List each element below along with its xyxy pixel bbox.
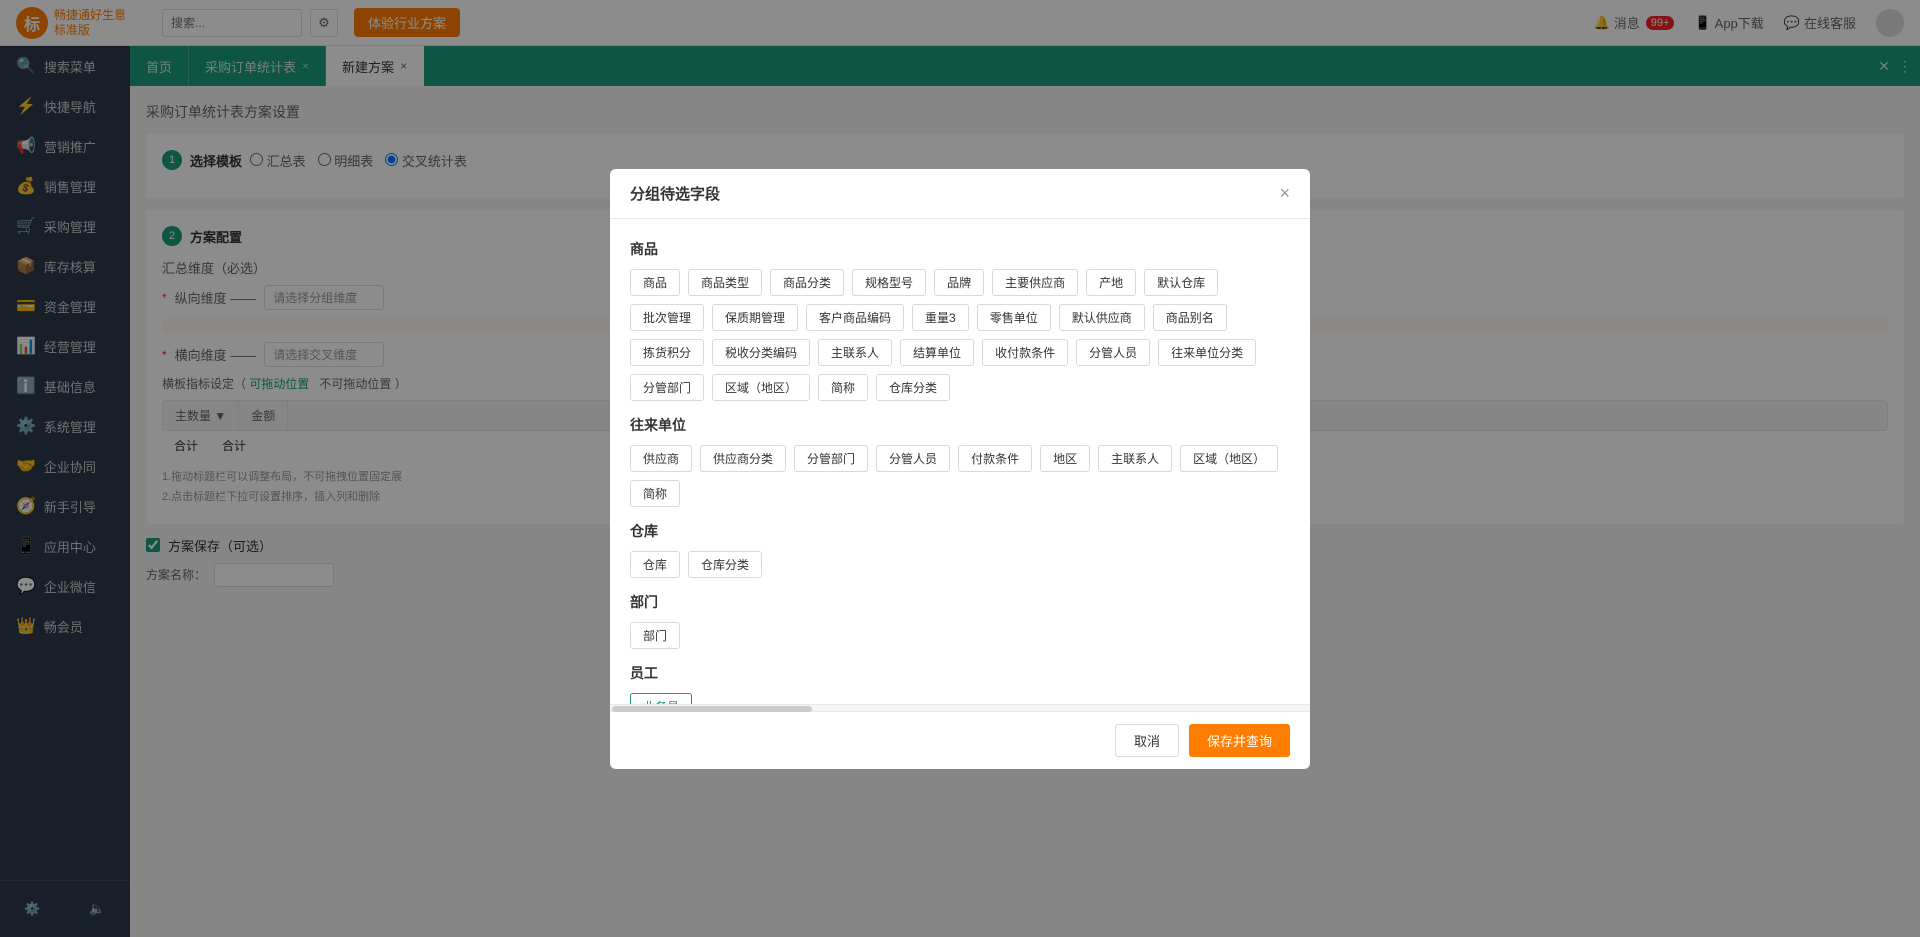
field-tag[interactable]: 默认仓库 bbox=[1144, 269, 1218, 296]
field-tags-dept: 部门 bbox=[630, 622, 1290, 649]
field-tag[interactable]: 仓库 bbox=[630, 551, 680, 578]
modal-title: 分组待选字段 bbox=[630, 183, 720, 204]
field-tag[interactable]: 仓库分类 bbox=[688, 551, 762, 578]
section-title-contacts: 往来单位 bbox=[630, 415, 1290, 435]
field-tag[interactable]: 零售单位 bbox=[977, 304, 1051, 331]
field-tag[interactable]: 业务员 bbox=[630, 693, 692, 705]
modal-h-scrollbar-thumb bbox=[612, 706, 812, 712]
section-title-warehouse: 仓库 bbox=[630, 521, 1290, 541]
modal: 分组待选字段 × 商品 商品 商品类型 商品分类 规格型号 品牌 主要供应商 产… bbox=[610, 169, 1310, 769]
field-tag[interactable]: 分管人员 bbox=[876, 445, 950, 472]
field-tag[interactable]: 产地 bbox=[1086, 269, 1136, 296]
field-tag[interactable]: 默认供应商 bbox=[1059, 304, 1145, 331]
field-tag[interactable]: 分管人员 bbox=[1076, 339, 1150, 366]
field-tag[interactable]: 商品分类 bbox=[770, 269, 844, 296]
field-tag[interactable]: 分管部门 bbox=[794, 445, 868, 472]
section-title-staff: 员工 bbox=[630, 663, 1290, 683]
field-tag[interactable]: 客户商品编码 bbox=[806, 304, 904, 331]
field-tag[interactable]: 供应商 bbox=[630, 445, 692, 472]
modal-overlay: 分组待选字段 × 商品 商品 商品类型 商品分类 规格型号 品牌 主要供应商 产… bbox=[0, 0, 1920, 937]
section-title-goods: 商品 bbox=[630, 239, 1290, 259]
modal-confirm-btn[interactable]: 保存并查询 bbox=[1189, 724, 1290, 757]
field-tag[interactable]: 供应商分类 bbox=[700, 445, 786, 472]
field-tag[interactable]: 保质期管理 bbox=[712, 304, 798, 331]
field-tags-goods: 商品 商品类型 商品分类 规格型号 品牌 主要供应商 产地 默认仓库 批次管理 … bbox=[630, 269, 1290, 401]
field-tag[interactable]: 商品别名 bbox=[1153, 304, 1227, 331]
field-tag[interactable]: 重量3 bbox=[912, 304, 969, 331]
field-tag[interactable]: 主联系人 bbox=[818, 339, 892, 366]
modal-cancel-btn[interactable]: 取消 bbox=[1115, 724, 1179, 757]
field-tag[interactable]: 地区 bbox=[1040, 445, 1090, 472]
field-tag[interactable]: 仓库分类 bbox=[876, 374, 950, 401]
field-tag[interactable]: 部门 bbox=[630, 622, 680, 649]
modal-footer: 取消 保存并查询 bbox=[610, 711, 1310, 769]
field-tag[interactable]: 规格型号 bbox=[852, 269, 926, 296]
field-tag[interactable]: 区域（地区） bbox=[1180, 445, 1278, 472]
field-tags-contacts: 供应商 供应商分类 分管部门 分管人员 付款条件 地区 主联系人 区域（地区） … bbox=[630, 445, 1290, 507]
field-tag[interactable]: 拣货积分 bbox=[630, 339, 704, 366]
field-tag[interactable]: 结算单位 bbox=[900, 339, 974, 366]
field-tags-staff: 业务员 bbox=[630, 693, 1290, 705]
field-tag[interactable]: 商品类型 bbox=[688, 269, 762, 296]
field-tag[interactable]: 品牌 bbox=[934, 269, 984, 296]
modal-h-scrollbar[interactable] bbox=[610, 704, 1310, 710]
field-tags-warehouse: 仓库 仓库分类 bbox=[630, 551, 1290, 578]
field-tag[interactable]: 主要供应商 bbox=[992, 269, 1078, 296]
field-tag[interactable]: 简称 bbox=[630, 480, 680, 507]
modal-close-btn[interactable]: × bbox=[1279, 183, 1290, 204]
field-tag[interactable]: 往来单位分类 bbox=[1158, 339, 1256, 366]
field-tag[interactable]: 主联系人 bbox=[1098, 445, 1172, 472]
field-tag[interactable]: 收付款条件 bbox=[982, 339, 1068, 366]
field-tag[interactable]: 分管部门 bbox=[630, 374, 704, 401]
field-tag[interactable]: 税收分类编码 bbox=[712, 339, 810, 366]
field-tag[interactable]: 简称 bbox=[818, 374, 868, 401]
section-title-dept: 部门 bbox=[630, 592, 1290, 612]
modal-body: 商品 商品 商品类型 商品分类 规格型号 品牌 主要供应商 产地 默认仓库 批次… bbox=[610, 219, 1310, 705]
field-tag[interactable]: 付款条件 bbox=[958, 445, 1032, 472]
field-tag[interactable]: 区域（地区） bbox=[712, 374, 810, 401]
modal-header: 分组待选字段 × bbox=[610, 169, 1310, 219]
field-tag[interactable]: 批次管理 bbox=[630, 304, 704, 331]
field-tag[interactable]: 商品 bbox=[630, 269, 680, 296]
